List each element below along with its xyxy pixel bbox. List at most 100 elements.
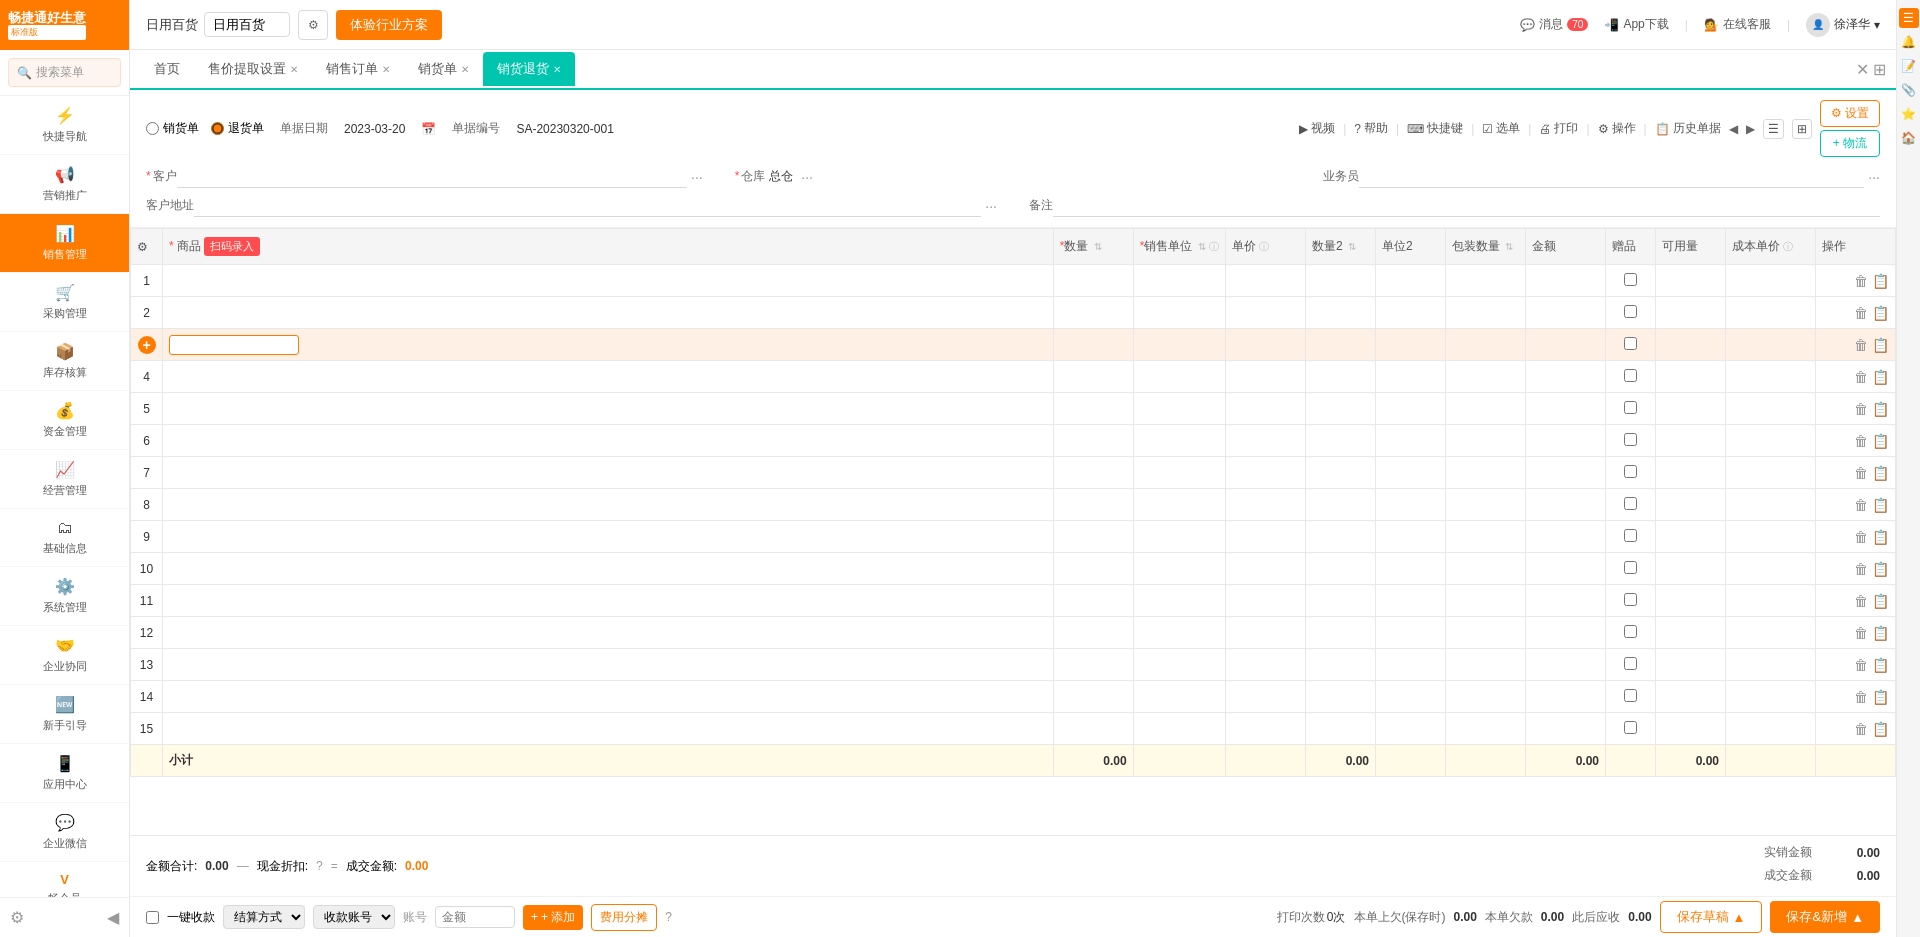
- warehouse-picker-button[interactable]: ···: [801, 169, 813, 185]
- sidebar-item-enterprise[interactable]: 🤝 企业协同: [0, 626, 129, 685]
- collapse-icon[interactable]: ◀: [107, 908, 119, 927]
- discount-help-icon[interactable]: ?: [316, 859, 323, 873]
- delete-row-button[interactable]: 🗑: [1854, 721, 1868, 737]
- copy-row-button[interactable]: 📋: [1872, 657, 1889, 673]
- split-help-icon[interactable]: ?: [665, 910, 672, 924]
- right-panel-btn-clip[interactable]: 📎: [1899, 80, 1919, 100]
- price-info-icon[interactable]: ⓘ: [1259, 241, 1269, 252]
- staff-picker-button[interactable]: ···: [1868, 169, 1880, 185]
- save-new-button[interactable]: 保存&新增 ▲: [1770, 901, 1880, 933]
- col-settings[interactable]: ⚙: [131, 229, 163, 265]
- copy-row-button[interactable]: 📋: [1872, 497, 1889, 513]
- unit-cell[interactable]: [1133, 265, 1225, 297]
- add-row-button[interactable]: +: [138, 336, 156, 354]
- copy-row-button[interactable]: 📋: [1872, 465, 1889, 481]
- copy-row-button[interactable]: 📋: [1872, 369, 1889, 385]
- copy-row-button[interactable]: 📋: [1872, 689, 1889, 705]
- qty-sort-icon[interactable]: ⇅: [1094, 241, 1102, 252]
- unit2-cell[interactable]: [1376, 297, 1446, 329]
- select-action[interactable]: ☑ 选单: [1482, 120, 1520, 137]
- help-action[interactable]: ? 帮助: [1354, 120, 1388, 137]
- list-view-button[interactable]: ☰: [1763, 119, 1784, 139]
- copy-row-button[interactable]: 📋: [1872, 721, 1889, 737]
- app-download-button[interactable]: 📲 App下载: [1604, 16, 1668, 33]
- delete-row-button[interactable]: 🗑: [1854, 305, 1868, 321]
- unit-info-icon[interactable]: ⓘ: [1209, 241, 1219, 252]
- copy-row-button[interactable]: 📋: [1872, 273, 1889, 289]
- qty-cell[interactable]: [1053, 329, 1133, 361]
- prev-record-button[interactable]: ◀: [1729, 122, 1738, 136]
- amount-cell[interactable]: [1526, 329, 1606, 361]
- delete-row-button[interactable]: 🗑: [1854, 593, 1868, 609]
- sidebar-item-finance[interactable]: 💰 资金管理: [0, 391, 129, 450]
- delete-row-button[interactable]: 🗑: [1854, 529, 1868, 545]
- cost-info-icon[interactable]: ⓘ: [1783, 241, 1793, 252]
- customer-input[interactable]: [177, 165, 687, 188]
- print-action[interactable]: 🖨 打印: [1539, 120, 1578, 137]
- delete-row-button[interactable]: 🗑: [1854, 433, 1868, 449]
- pack-cell[interactable]: [1446, 265, 1526, 297]
- qty2-cell[interactable]: [1306, 265, 1376, 297]
- address-input[interactable]: [194, 194, 981, 217]
- copy-row-button[interactable]: 📋: [1872, 305, 1889, 321]
- return-goods-radio[interactable]: 退货单: [211, 120, 264, 137]
- delete-row-button[interactable]: 🗑: [1854, 369, 1868, 385]
- tab-sale-goods[interactable]: 销货单 ✕: [404, 52, 483, 86]
- messages-button[interactable]: 💬 消息 70: [1520, 16, 1588, 33]
- address-picker-button[interactable]: ···: [985, 198, 997, 214]
- sidebar-item-wechat[interactable]: 💬 企业微信: [0, 803, 129, 862]
- grid-view-button[interactable]: ⊞: [1792, 119, 1812, 139]
- right-panel-btn-bell[interactable]: 🔔: [1899, 32, 1919, 52]
- sidebar-item-member[interactable]: V 畅会员: [0, 862, 129, 897]
- history-action[interactable]: 📋 历史单据: [1655, 120, 1721, 137]
- pack-cell[interactable]: [1446, 297, 1526, 329]
- copy-row-button[interactable]: 📋: [1872, 337, 1889, 353]
- operations-action[interactable]: ⚙ 操作: [1598, 120, 1636, 137]
- video-action[interactable]: ▶ 视频: [1299, 120, 1335, 137]
- gift-cell[interactable]: [1606, 265, 1656, 297]
- amount-cell[interactable]: [1526, 265, 1606, 297]
- tab-sale-price-close[interactable]: ✕: [290, 64, 298, 75]
- next-record-button[interactable]: ▶: [1746, 122, 1755, 136]
- qty-cell[interactable]: [1053, 297, 1133, 329]
- pack-cell[interactable]: [1446, 329, 1526, 361]
- sidebar-item-appstore[interactable]: 📱 应用中心: [0, 744, 129, 803]
- notes-input[interactable]: [1053, 194, 1880, 217]
- copy-row-button[interactable]: 📋: [1872, 401, 1889, 417]
- amount-input[interactable]: [435, 906, 515, 928]
- sidebar-item-marketing[interactable]: 📢 营销推广: [0, 155, 129, 214]
- price-cell[interactable]: [1226, 297, 1306, 329]
- online-service-button[interactable]: 💁 在线客服: [1704, 16, 1771, 33]
- delete-row-button[interactable]: 🗑: [1854, 465, 1868, 481]
- right-panel-btn-list[interactable]: ☰: [1899, 8, 1919, 28]
- expand-tabs-button[interactable]: ⊞: [1873, 60, 1886, 79]
- right-panel-btn-star[interactable]: ⭐: [1899, 104, 1919, 124]
- qty2-cell[interactable]: [1306, 297, 1376, 329]
- scan-input-button[interactable]: 扫码录入: [204, 237, 260, 256]
- split-cost-button[interactable]: 费用分摊: [591, 904, 657, 931]
- sidebar-item-inventory[interactable]: 📦 库存核算: [0, 332, 129, 391]
- sidebar-item-system[interactable]: ⚙️ 系统管理: [0, 567, 129, 626]
- product-cell[interactable]: [163, 265, 1054, 297]
- tab-sale-order[interactable]: 销售订单 ✕: [312, 52, 404, 86]
- tab-sale-price[interactable]: 售价提取设置 ✕: [194, 52, 312, 86]
- delete-row-button[interactable]: 🗑: [1854, 337, 1868, 353]
- amount-cell[interactable]: [1526, 297, 1606, 329]
- product-cell[interactable]: [163, 297, 1054, 329]
- tab-sale-order-close[interactable]: ✕: [382, 64, 390, 75]
- right-panel-btn-note[interactable]: 📝: [1899, 56, 1919, 76]
- topbar-settings-button[interactable]: ⚙: [298, 10, 328, 40]
- delete-row-button[interactable]: 🗑: [1854, 561, 1868, 577]
- unit2-cell[interactable]: [1376, 265, 1446, 297]
- delete-row-button[interactable]: 🗑: [1854, 273, 1868, 289]
- gift-cell[interactable]: [1606, 297, 1656, 329]
- add-payment-button[interactable]: + + 添加: [523, 905, 583, 930]
- sidebar-item-basic[interactable]: 🗂 基础信息: [0, 509, 129, 567]
- sidebar-item-operation[interactable]: 📈 经营管理: [0, 450, 129, 509]
- product-cell-active[interactable]: [163, 329, 1054, 361]
- delete-row-button[interactable]: 🗑: [1854, 625, 1868, 641]
- price-cell[interactable]: [1226, 329, 1306, 361]
- pack-sort-icon[interactable]: ⇅: [1505, 241, 1513, 252]
- delete-row-button[interactable]: 🗑: [1854, 657, 1868, 673]
- delete-row-button[interactable]: 🗑: [1854, 689, 1868, 705]
